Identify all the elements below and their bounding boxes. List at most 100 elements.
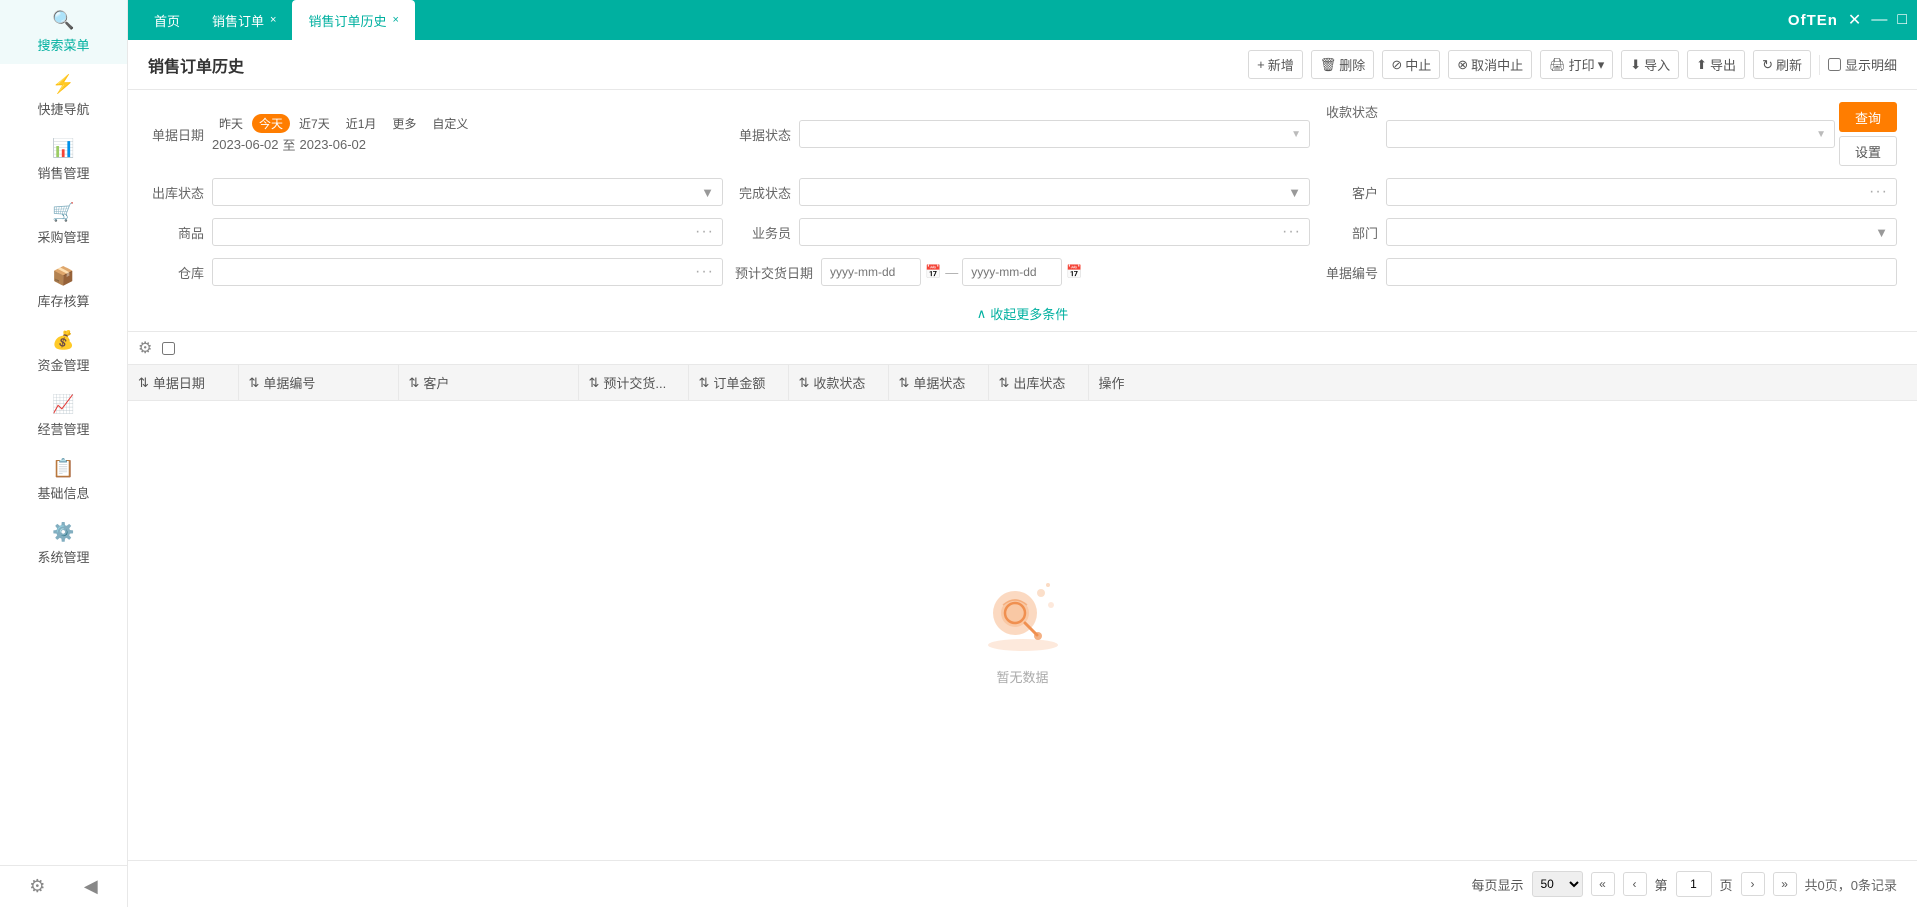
operations-mgmt-icon: 📈 (52, 394, 74, 415)
tab-sales-order[interactable]: 销售订单 × (196, 0, 292, 40)
filter-cell-payment-status: 收款状态 ▼ 查询 设置 (1322, 102, 1897, 166)
add-button[interactable]: + 新增 (1248, 50, 1303, 79)
col-no-label: 单据编号 (263, 373, 315, 392)
pagination: 每页显示 50 10 20 100 « ‹ 第 页 › » 共0页，0条记录 (128, 860, 1917, 907)
page-number-input[interactable] (1676, 871, 1712, 897)
warehouse-label: 仓库 (148, 263, 204, 282)
delivery-date-from[interactable] (821, 258, 921, 286)
warehouse-more-icon[interactable]: ··· (695, 263, 714, 281)
sidebar-item-inventory-calc[interactable]: 📦 库存核算 (0, 256, 127, 320)
select-all-checkbox[interactable] (162, 342, 175, 355)
col-payment-status-sort-icon[interactable]: ⇅ (799, 375, 810, 391)
query-button[interactable]: 查询 (1839, 102, 1897, 132)
sidebar-item-system-mgmt[interactable]: ⚙️ 系统管理 (0, 512, 127, 576)
empty-icon (973, 575, 1073, 655)
filter-row-2: 出库状态 ▼ 完成状态 ▼ 客户 (148, 178, 1897, 206)
sidebar-item-sales-mgmt[interactable]: 📊 销售管理 (0, 128, 127, 192)
col-no-sort-icon[interactable]: ⇅ (249, 375, 260, 391)
sidebar-item-basic-info[interactable]: 📋 基础信息 (0, 448, 127, 512)
date-tag-last7[interactable]: 近7天 (292, 114, 337, 133)
last-page-button[interactable]: » (1773, 872, 1797, 896)
complete-status-select[interactable]: ▼ (799, 178, 1310, 206)
sidebar-item-quick-nav[interactable]: ⚡ 快捷导航 (0, 64, 127, 128)
sidebar-settings-icon[interactable]: ⚙ (29, 876, 45, 897)
import-button[interactable]: ⬇ 导入 (1621, 50, 1679, 79)
sidebar-collapse-icon[interactable]: ◀ (84, 876, 98, 897)
first-page-button[interactable]: « (1591, 872, 1615, 896)
salesman-more-icon[interactable]: ··· (1282, 223, 1301, 241)
warehouse-input[interactable]: ··· (212, 258, 723, 286)
sidebar-item-fund-mgmt[interactable]: 💰 资金管理 (0, 320, 127, 384)
toolbar-divider (1819, 55, 1820, 75)
ship-status-label: 出库状态 (148, 183, 204, 202)
goods-input[interactable]: ··· (212, 218, 723, 246)
sidebar-item-purchase-mgmt[interactable]: 🛒 采购管理 (0, 192, 127, 256)
content: 销售订单历史 + 新增 🗑 删除 ⊘ 中止 ⊗ 取消中止 (128, 40, 1917, 907)
tab-sales-order-history[interactable]: 销售订单历史 × (292, 0, 414, 40)
sales-mgmt-icon: 📊 (52, 138, 74, 159)
tab-sales-order-close[interactable]: × (270, 14, 276, 26)
cancel-stop-icon: ⊗ (1457, 57, 1468, 73)
refresh-button[interactable]: ↻ 刷新 (1753, 50, 1811, 79)
ship-status-select[interactable]: ▼ (212, 178, 723, 206)
date-tag-more[interactable]: 更多 (385, 114, 423, 133)
col-delivery: ⇅ 预计交货... (578, 365, 688, 401)
empty-text: 暂无数据 (996, 667, 1048, 686)
collapse-label: 收起更多条件 (990, 304, 1068, 323)
order-no-input[interactable] (1386, 258, 1897, 286)
filter-cell-complete-status: 完成状态 ▼ (735, 178, 1310, 206)
payment-status-arrow-icon: ▼ (1816, 129, 1826, 140)
sidebar-item-search-menu[interactable]: 🔍 搜索菜单 (0, 0, 127, 64)
doc-status-select[interactable]: ▼ (799, 120, 1310, 148)
date-tag-custom[interactable]: 自定义 (425, 114, 475, 133)
col-delivery-sort-icon[interactable]: ⇅ (589, 375, 600, 391)
customer-input[interactable]: ··· (1386, 178, 1897, 206)
prev-page-button[interactable]: ‹ (1623, 872, 1647, 896)
sidebar: 🔍 搜索菜单 ⚡ 快捷导航 📊 销售管理 🛒 采购管理 📦 库存核算 💰 资金管… (0, 0, 128, 907)
tab-home[interactable]: 首页 (138, 0, 196, 40)
sidebar-item-operations-mgmt[interactable]: 📈 经营管理 (0, 384, 127, 448)
date-tag-yesterday[interactable]: 昨天 (212, 114, 250, 133)
date-tag-today[interactable]: 今天 (252, 114, 290, 133)
col-customer-label: 客户 (423, 373, 449, 392)
col-doc-status-sort-icon[interactable]: ⇅ (899, 375, 910, 391)
stop-button[interactable]: ⊘ 中止 (1382, 50, 1440, 79)
col-amount-sort-icon[interactable]: ⇅ (699, 375, 710, 391)
doc-status-arrow-icon: ▼ (1291, 129, 1301, 140)
customer-more-icon[interactable]: ··· (1869, 183, 1888, 201)
payment-status-select[interactable]: ▼ (1386, 120, 1835, 148)
topbar-minimize-icon[interactable]: — (1871, 11, 1887, 29)
export-button[interactable]: ⬆ 导出 (1687, 50, 1745, 79)
cancel-stop-button[interactable]: ⊗ 取消中止 (1448, 50, 1532, 79)
collapse-row[interactable]: ∧ 收起更多条件 (148, 298, 1897, 331)
basic-info-icon: 📋 (52, 458, 74, 479)
date-tag-last1m[interactable]: 近1月 (339, 114, 384, 133)
col-delivery-label: 预计交货... (603, 373, 666, 392)
set-button[interactable]: 设置 (1839, 136, 1897, 166)
salesman-input[interactable]: ··· (799, 218, 1310, 246)
table-settings-icon[interactable]: ⚙ (138, 338, 152, 358)
delete-button[interactable]: 🗑 删除 (1311, 50, 1375, 79)
dept-select[interactable]: ▼ (1386, 218, 1897, 246)
display-detail-checkbox[interactable] (1828, 58, 1841, 71)
page-label-pre: 第 (1655, 875, 1668, 894)
print-button[interactable]: 🖨 打印 ▾ (1540, 50, 1613, 79)
quick-nav-icon: ⚡ (52, 74, 74, 95)
goods-more-icon[interactable]: ··· (695, 223, 714, 241)
delivery-date-to[interactable] (962, 258, 1062, 286)
page-size-select[interactable]: 50 10 20 100 (1532, 871, 1583, 897)
tab-sales-order-history-close[interactable]: × (392, 14, 398, 26)
display-detail-checkbox-group: 显示明细 (1828, 55, 1897, 74)
calendar-to-icon[interactable]: 📅 (1066, 264, 1082, 280)
empty-area: 暂无数据 (128, 401, 1917, 860)
calendar-from-icon[interactable]: 📅 (925, 264, 941, 280)
total-text: 共0页，0条记录 (1805, 875, 1897, 894)
col-customer-sort-icon[interactable]: ⇅ (409, 375, 420, 391)
topbar-close-icon[interactable]: ✕ (1848, 10, 1861, 30)
filter-cell-date: 单据日期 昨天 今天 近7天 近1月 更多 自定义 2023-06-02 至 (148, 114, 723, 154)
col-date-sort-icon[interactable]: ⇅ (138, 375, 149, 391)
next-page-button[interactable]: › (1741, 872, 1765, 896)
col-ship-status-sort-icon[interactable]: ⇅ (999, 375, 1010, 391)
topbar-maximize-icon[interactable]: □ (1897, 11, 1907, 29)
page-title: 销售订单历史 (148, 53, 244, 77)
